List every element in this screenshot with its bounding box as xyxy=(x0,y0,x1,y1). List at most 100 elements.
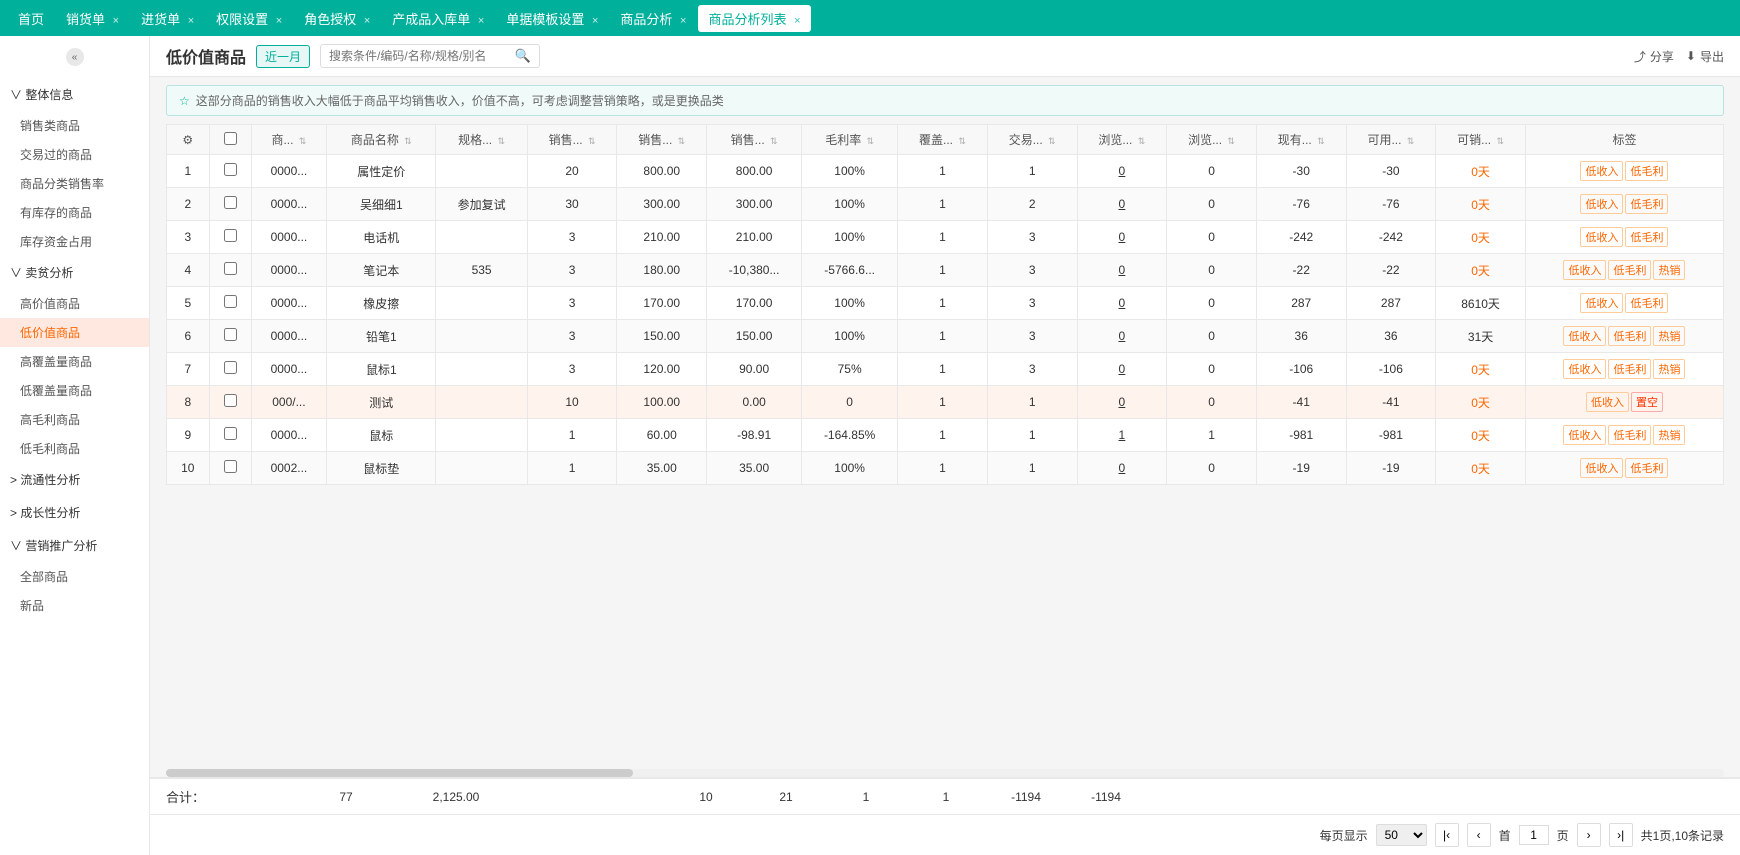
row-checkbox[interactable] xyxy=(224,262,237,275)
td-brow1[interactable]: 0 xyxy=(1077,221,1167,254)
search-input[interactable] xyxy=(329,49,510,63)
export-button[interactable]: ⬇ 导出 xyxy=(1686,48,1724,65)
td-brow1[interactable]: 0 xyxy=(1077,155,1167,188)
td-checkbox[interactable] xyxy=(209,221,251,254)
close-permissions-icon[interactable]: × xyxy=(276,15,282,27)
th-name[interactable]: 商品名称 ⇅ xyxy=(327,125,436,155)
nav-home[interactable]: 首页 xyxy=(8,5,54,32)
page-size-select[interactable]: 50 100 200 xyxy=(1376,824,1427,846)
browse1-link[interactable]: 0 xyxy=(1119,362,1126,376)
sidebar-group-liquidity[interactable]: > 流通性分析 xyxy=(0,463,149,496)
td-brow1[interactable]: 1 xyxy=(1077,419,1167,452)
next-page-btn[interactable]: › xyxy=(1577,823,1601,847)
td-checkbox[interactable] xyxy=(209,452,251,485)
td-checkbox[interactable] xyxy=(209,254,251,287)
table-scrollbar[interactable] xyxy=(166,769,1724,777)
td-brow1[interactable]: 0 xyxy=(1077,353,1167,386)
nav-permissions[interactable]: 权限设置 × xyxy=(206,5,292,32)
sidebar-item-low-value[interactable]: 低价值商品 xyxy=(0,318,149,347)
sidebar-item-high-value[interactable]: 高价值商品 xyxy=(0,289,149,318)
sidebar-item-all-products[interactable]: 全部商品 xyxy=(0,562,149,591)
th-available[interactable]: 可用... ⇅ xyxy=(1346,125,1436,155)
td-checkbox[interactable] xyxy=(209,188,251,221)
th-checkbox[interactable] xyxy=(209,125,251,155)
row-checkbox[interactable] xyxy=(224,361,237,374)
td-checkbox[interactable] xyxy=(209,386,251,419)
browse1-link[interactable]: 0 xyxy=(1119,230,1126,244)
td-checkbox[interactable] xyxy=(209,320,251,353)
nav-sales[interactable]: 销货单 × xyxy=(56,5,129,32)
page-number-input[interactable] xyxy=(1519,825,1549,845)
td-checkbox[interactable] xyxy=(209,155,251,188)
th-browse2[interactable]: 浏览... ⇅ xyxy=(1167,125,1257,155)
browse1-link[interactable]: 0 xyxy=(1119,164,1126,178)
share-button[interactable]: ⤴ 分享 xyxy=(1634,48,1674,65)
th-code[interactable]: 商... ⇅ xyxy=(251,125,326,155)
sidebar-item-sales-products[interactable]: 销售类商品 xyxy=(0,111,149,140)
td-brow1[interactable]: 0 xyxy=(1077,188,1167,221)
sidebar-item-traded-products[interactable]: 交易过的商品 xyxy=(0,140,149,169)
td-checkbox[interactable] xyxy=(209,419,251,452)
row-checkbox[interactable] xyxy=(224,394,237,407)
sidebar-group-value[interactable]: ∨ 卖贫分析 xyxy=(0,256,149,289)
close-stock-icon[interactable]: × xyxy=(478,15,484,27)
th-coverage[interactable]: 覆盖... ⇅ xyxy=(898,125,988,155)
close-sales-icon[interactable]: × xyxy=(113,15,119,27)
close-analysis-icon[interactable]: × xyxy=(680,15,686,27)
nav-product-stock[interactable]: 产成品入库单 × xyxy=(382,5,494,32)
th-browse1[interactable]: 浏览... ⇅ xyxy=(1077,125,1167,155)
nav-role-auth[interactable]: 角色授权 × xyxy=(294,5,380,32)
th-saleable[interactable]: 可销... ⇅ xyxy=(1436,125,1526,155)
row-checkbox[interactable] xyxy=(224,427,237,440)
row-checkbox[interactable] xyxy=(224,229,237,242)
sidebar-collapse-btn[interactable]: « xyxy=(66,48,84,66)
sidebar-group-growth[interactable]: > 成长性分析 xyxy=(0,496,149,529)
th-trade[interactable]: 交易... ⇅ xyxy=(987,125,1077,155)
th-current[interactable]: 现有... ⇅ xyxy=(1256,125,1346,155)
close-purchase-icon[interactable]: × xyxy=(188,15,194,27)
row-checkbox[interactable] xyxy=(224,460,237,473)
row-checkbox[interactable] xyxy=(224,196,237,209)
browse1-link[interactable]: 0 xyxy=(1119,461,1126,475)
th-spec[interactable]: 规格... ⇅ xyxy=(436,125,527,155)
close-template-icon[interactable]: × xyxy=(592,15,598,27)
th-sales1[interactable]: 销售... ⇅ xyxy=(527,125,617,155)
sidebar-group-overall[interactable]: ∨ 整体信息 xyxy=(0,78,149,111)
last-page-btn[interactable]: ›| xyxy=(1609,823,1633,847)
select-all-checkbox[interactable] xyxy=(224,132,237,145)
browse1-link[interactable]: 0 xyxy=(1119,395,1126,409)
sidebar-item-category-rate[interactable]: 商品分类销售率 xyxy=(0,169,149,198)
sidebar-item-new-products[interactable]: 新品 xyxy=(0,591,149,620)
td-brow1[interactable]: 0 xyxy=(1077,452,1167,485)
td-brow1[interactable]: 0 xyxy=(1077,254,1167,287)
th-sales3[interactable]: 销售... ⇅ xyxy=(707,125,802,155)
browse1-link[interactable]: 0 xyxy=(1119,329,1126,343)
row-checkbox[interactable] xyxy=(224,295,237,308)
nav-product-analysis-list[interactable]: 商品分析列表 × xyxy=(698,5,810,32)
nav-purchase[interactable]: 进货单 × xyxy=(131,5,204,32)
first-page-btn[interactable]: |‹ xyxy=(1435,823,1459,847)
th-margin[interactable]: 毛利率 ⇅ xyxy=(802,125,898,155)
nav-product-analysis[interactable]: 商品分析 × xyxy=(610,5,696,32)
browse1-link[interactable]: 1 xyxy=(1119,428,1126,442)
sidebar-item-high-coverage[interactable]: 高覆盖量商品 xyxy=(0,347,149,376)
td-checkbox[interactable] xyxy=(209,353,251,386)
sidebar-group-marketing[interactable]: ∨ 营销推广分析 xyxy=(0,529,149,562)
browse1-link[interactable]: 0 xyxy=(1119,296,1126,310)
nav-template[interactable]: 单据模板设置 × xyxy=(496,5,608,32)
period-button[interactable]: 近一月 xyxy=(256,45,310,68)
close-analysis-list-icon[interactable]: × xyxy=(794,15,800,27)
browse1-link[interactable]: 0 xyxy=(1119,263,1126,277)
sidebar-item-low-coverage[interactable]: 低覆盖量商品 xyxy=(0,376,149,405)
td-checkbox[interactable] xyxy=(209,287,251,320)
close-role-icon[interactable]: × xyxy=(364,15,370,27)
sidebar-item-stock-products[interactable]: 有库存的商品 xyxy=(0,198,149,227)
td-brow1[interactable]: 0 xyxy=(1077,320,1167,353)
th-sales2[interactable]: 销售... ⇅ xyxy=(617,125,707,155)
sidebar-item-stock-capital[interactable]: 库存资金占用 xyxy=(0,227,149,256)
search-icon[interactable]: 🔍 xyxy=(515,48,531,64)
th-gear[interactable]: ⚙ xyxy=(167,125,210,155)
sidebar-item-high-margin[interactable]: 高毛利商品 xyxy=(0,405,149,434)
prev-page-btn[interactable]: ‹ xyxy=(1467,823,1491,847)
td-brow1[interactable]: 0 xyxy=(1077,287,1167,320)
